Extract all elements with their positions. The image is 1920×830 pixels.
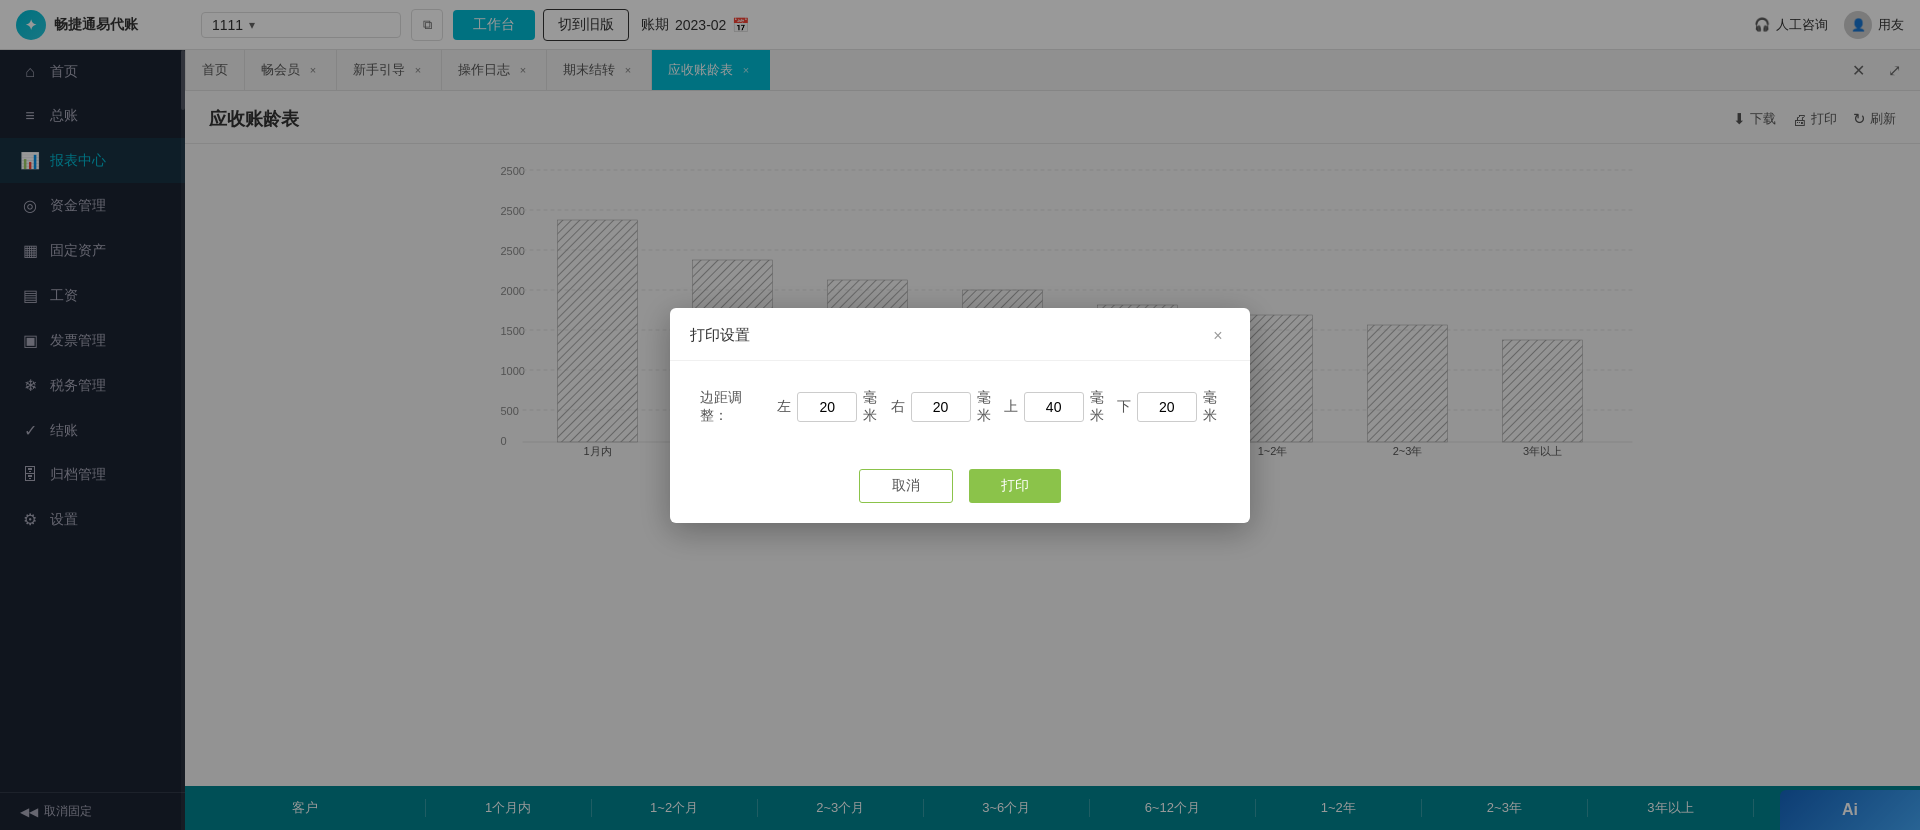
print-confirm-button[interactable]: 打印: [969, 469, 1061, 503]
modal-overlay: 打印设置 × 边距调整： 左 毫米 右 毫米 上 毫米: [0, 0, 1920, 830]
margin-left-label: 左: [777, 398, 791, 416]
margin-top-input[interactable]: [1024, 392, 1084, 422]
margin-bottom-label: 下: [1117, 398, 1131, 416]
margin-top-label: 上: [1004, 398, 1018, 416]
modal-footer: 取消 打印: [670, 453, 1250, 523]
margin-top-unit: 毫米: [1090, 389, 1107, 425]
margin-right-label: 右: [891, 398, 905, 416]
modal-close-button[interactable]: ×: [1206, 324, 1230, 348]
margin-top-group: 上 毫米: [1004, 389, 1107, 425]
print-settings-modal: 打印设置 × 边距调整： 左 毫米 右 毫米 上 毫米: [670, 308, 1250, 523]
modal-title: 打印设置: [690, 326, 750, 345]
margin-right-unit: 毫米: [977, 389, 994, 425]
modal-header: 打印设置 ×: [670, 308, 1250, 361]
margin-bottom-group: 下 毫米: [1117, 389, 1220, 425]
margin-left-input[interactable]: [797, 392, 857, 422]
modal-body: 边距调整： 左 毫米 右 毫米 上 毫米 下: [670, 361, 1250, 453]
margin-bottom-unit: 毫米: [1203, 389, 1220, 425]
cancel-button[interactable]: 取消: [859, 469, 953, 503]
margin-right-group: 右 毫米: [891, 389, 994, 425]
margin-row: 边距调整： 左 毫米 右 毫米 上 毫米 下: [700, 389, 1220, 425]
margin-left-unit: 毫米: [863, 389, 880, 425]
margin-bottom-input[interactable]: [1137, 392, 1197, 422]
margin-left-group: 左 毫米: [777, 389, 880, 425]
margin-label: 边距调整：: [700, 389, 763, 425]
margin-right-input[interactable]: [911, 392, 971, 422]
